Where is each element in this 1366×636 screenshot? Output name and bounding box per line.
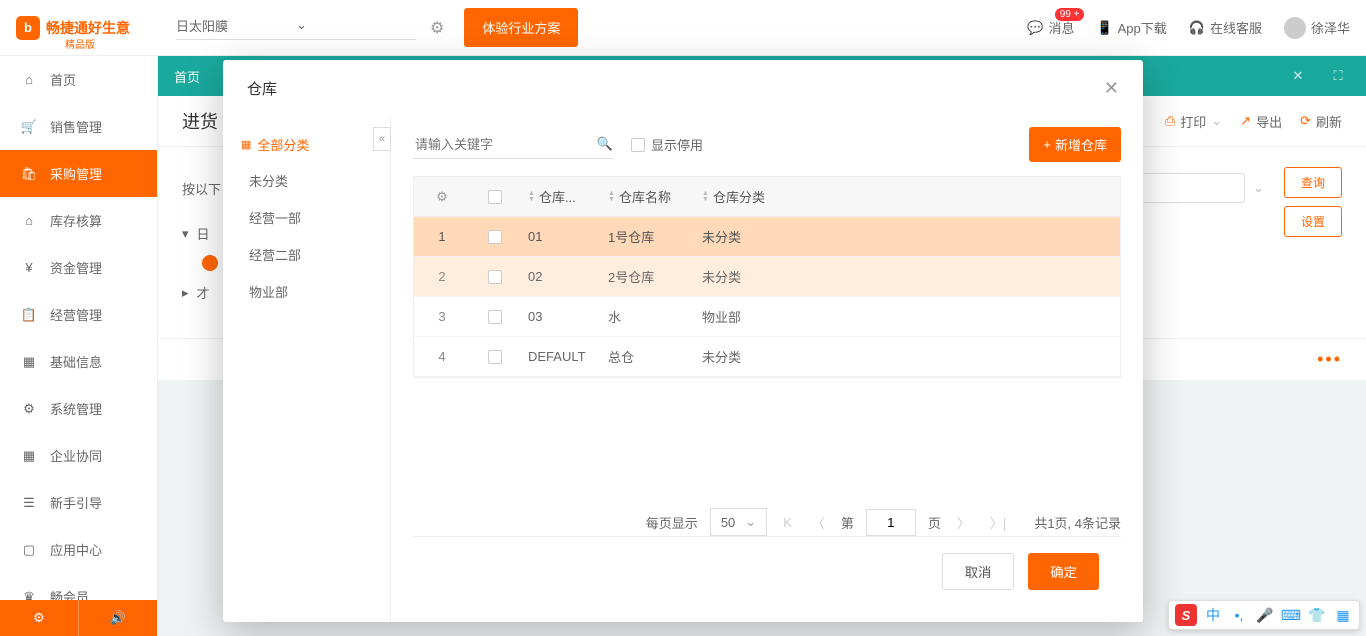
- panel-collapse-button[interactable]: «: [373, 127, 391, 151]
- modal-title: 仓库: [247, 78, 277, 99]
- table-row[interactable]: 1 011号仓库未分类: [414, 217, 1120, 257]
- prev-page-button[interactable]: 〈: [808, 513, 829, 532]
- show-disabled-checkbox[interactable]: 显示停用: [631, 135, 703, 154]
- ime-logo-icon: S: [1175, 604, 1197, 626]
- cancel-button[interactable]: 取消: [942, 553, 1015, 590]
- table-header: ⚙ ▲▼仓库... ▲▼仓库名称 ▲▼仓库分类: [414, 177, 1120, 217]
- ime-skin-icon[interactable]: 👕: [1307, 605, 1327, 625]
- search-input[interactable]: [413, 131, 597, 158]
- page-input[interactable]: [866, 509, 916, 536]
- warehouse-modal: 仓库 ✕ « ▦ 全部分类 未分类经营一部经营二部物业部 🔍: [223, 60, 1143, 622]
- last-page-button[interactable]: 〉|: [986, 513, 1010, 532]
- chevron-down-icon: ⌄: [745, 514, 756, 530]
- category-item-2[interactable]: 经营二部: [223, 236, 390, 273]
- modal-close-button[interactable]: ✕: [1104, 78, 1119, 99]
- add-warehouse-button[interactable]: + 新增仓库: [1029, 127, 1121, 162]
- category-item-3[interactable]: 物业部: [223, 273, 390, 310]
- row-checkbox[interactable]: [488, 310, 502, 324]
- grid-icon: ▦: [241, 138, 251, 151]
- page-suffix: 页: [928, 513, 941, 532]
- ime-grid-icon[interactable]: ▦: [1333, 605, 1353, 625]
- row-category: 未分类: [694, 257, 1120, 296]
- row-checkbox[interactable]: [488, 350, 502, 364]
- plus-icon: +: [1043, 137, 1051, 152]
- row-index: 1: [414, 217, 470, 256]
- page-prefix: 第: [841, 513, 854, 532]
- category-panel: « ▦ 全部分类 未分类经营一部经营二部物业部: [223, 117, 391, 622]
- next-page-button[interactable]: 〉: [953, 513, 974, 532]
- category-item-1[interactable]: 经营一部: [223, 199, 390, 236]
- table-row[interactable]: 2 022号仓库未分类: [414, 257, 1120, 297]
- row-index: 4: [414, 337, 470, 376]
- table-row[interactable]: 4 DEFAULT总仓未分类: [414, 337, 1120, 377]
- row-code: 02: [520, 257, 600, 296]
- row-code: 01: [520, 217, 600, 256]
- row-code: 03: [520, 297, 600, 336]
- col-category[interactable]: ▲▼仓库分类: [694, 177, 1120, 216]
- modal-overlay: 仓库 ✕ « ▦ 全部分类 未分类经营一部经营二部物业部 🔍: [0, 0, 1366, 636]
- row-name: 1号仓库: [600, 217, 694, 256]
- row-name: 总仓: [600, 337, 694, 376]
- pagination: 每页显示 50 ⌄ K 〈 第 页 〉 〉| 共1页, 4条记录: [413, 378, 1121, 536]
- row-checkbox[interactable]: [488, 230, 502, 244]
- ime-toolbar[interactable]: S 中 •, 🎤 ⌨ 👕 ▦: [1168, 600, 1360, 630]
- gear-icon[interactable]: ⚙: [436, 189, 448, 205]
- ime-lang-icon[interactable]: 中: [1203, 605, 1223, 625]
- first-page-button[interactable]: K: [779, 515, 796, 530]
- row-checkbox[interactable]: [488, 270, 502, 284]
- per-page-select[interactable]: 50 ⌄: [710, 508, 767, 536]
- select-all-checkbox[interactable]: [488, 190, 502, 204]
- category-all[interactable]: ▦ 全部分类: [223, 127, 390, 162]
- row-code: DEFAULT: [520, 337, 600, 376]
- table-row[interactable]: 3 03水物业部: [414, 297, 1120, 337]
- row-category: 未分类: [694, 217, 1120, 256]
- col-code[interactable]: ▲▼仓库...: [520, 177, 600, 216]
- warehouse-table: ⚙ ▲▼仓库... ▲▼仓库名称 ▲▼仓库分类 1011号仓库未分类2022号仓…: [413, 176, 1121, 378]
- search-icon[interactable]: 🔍: [597, 136, 613, 152]
- checkbox-icon: [631, 138, 645, 152]
- ime-mic-icon[interactable]: 🎤: [1255, 605, 1275, 625]
- row-index: 3: [414, 297, 470, 336]
- row-category: 未分类: [694, 337, 1120, 376]
- confirm-button[interactable]: 确定: [1028, 553, 1099, 590]
- category-item-0[interactable]: 未分类: [223, 162, 390, 199]
- row-category: 物业部: [694, 297, 1120, 336]
- per-page-label: 每页显示: [646, 513, 698, 532]
- ime-keyboard-icon[interactable]: ⌨: [1281, 605, 1301, 625]
- row-name: 2号仓库: [600, 257, 694, 296]
- ime-punct-icon[interactable]: •,: [1229, 605, 1249, 625]
- page-summary: 共1页, 4条记录: [1034, 513, 1121, 532]
- search-box: 🔍: [413, 131, 613, 159]
- row-index: 2: [414, 257, 470, 296]
- row-name: 水: [600, 297, 694, 336]
- col-name[interactable]: ▲▼仓库名称: [600, 177, 694, 216]
